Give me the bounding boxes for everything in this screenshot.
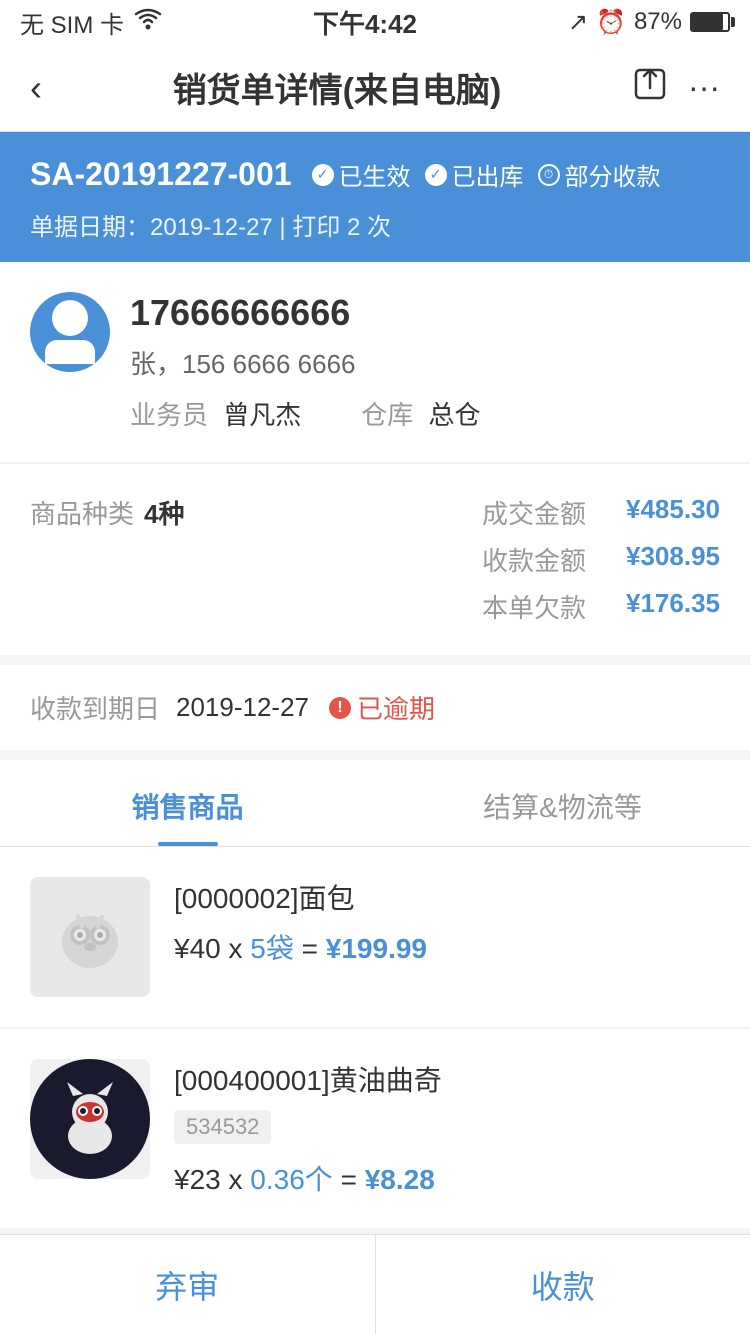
status-badge-1: ✓ 已生效	[312, 157, 411, 192]
product-total-0: ¥199.99	[326, 933, 427, 964]
product-unit-price-0: ¥40	[174, 933, 221, 964]
product-qty-1: 0.36个	[250, 1164, 333, 1195]
tabs-section: 销售商品 结算&物流等	[0, 760, 750, 847]
stat-label-1: 收款金额	[482, 541, 586, 578]
reject-button[interactable]: 弃审	[0, 1235, 376, 1334]
product-item-0: [0000002]面包 ¥40 x 5袋 = ¥199.99	[0, 847, 750, 1027]
status-time: 下午4:42	[313, 4, 417, 41]
product-name-1: [000400001]黄油曲奇	[174, 1059, 720, 1099]
customer-section: 17666666666 张，156 6666 6666 业务员 曾凡杰 仓库 总…	[0, 262, 750, 463]
warehouse-value: 总仓	[429, 400, 481, 430]
nav-bar: ‹ 销货单详情(来自电脑) ···	[0, 44, 750, 132]
stats-left: 商品种类 4种	[30, 494, 184, 625]
more-button[interactable]: ···	[688, 69, 720, 106]
back-button[interactable]: ‹	[30, 67, 42, 109]
product-qty-0: 5袋	[250, 933, 294, 964]
alarm-icon: ⏰	[596, 8, 626, 37]
product-name-0: [0000002]面包	[174, 877, 720, 917]
status-badges: ✓ 已生效 ✓ 已出库 ⏱ 部分收款	[312, 157, 661, 192]
sales-label: 业务员	[130, 400, 208, 430]
category-num: 4种	[144, 494, 184, 531]
product-info-0: [0000002]面包 ¥40 x 5袋 = ¥199.99	[174, 877, 720, 967]
overdue-text: 已逾期	[357, 689, 435, 726]
sales-value: 曾凡杰	[223, 400, 301, 430]
product-thumb-0	[30, 877, 150, 997]
product-list: [0000002]面包 ¥40 x 5袋 = ¥199.99	[0, 847, 750, 1228]
collect-button[interactable]: 收款	[376, 1235, 750, 1334]
product-price-0: ¥40 x 5袋 = ¥199.99	[174, 927, 720, 967]
avatar-person	[52, 300, 88, 336]
stat-label-2: 本单欠款	[482, 588, 586, 625]
overdue-label: 收款到期日	[30, 689, 160, 726]
category-count: 商品种类 4种	[30, 494, 184, 531]
checkmark-icon-2: ✓	[425, 164, 447, 186]
customer-info: 17666666666 张，156 6666 6666 业务员 曾凡杰 仓库 总…	[130, 292, 720, 432]
product-thumb-1	[30, 1059, 150, 1179]
battery-icon	[690, 12, 730, 32]
stat-row-1: 收款金额 ¥308.95	[482, 541, 720, 578]
order-header: SA-20191227-001 ✓ 已生效 ✓ 已出库 ⏱ 部分收款 单据日期：…	[0, 132, 750, 262]
status-left: 无 SIM 卡	[20, 5, 162, 40]
warehouse-meta: 仓库 总仓	[361, 395, 480, 432]
tab-settlement-logistics[interactable]: 结算&物流等	[375, 760, 750, 846]
stat-val-1: ¥308.95	[626, 541, 720, 578]
customer-phone: 17666666666	[130, 292, 720, 334]
product-total-1: ¥8.28	[365, 1164, 435, 1195]
customer-meta: 业务员 曾凡杰 仓库 总仓	[130, 395, 720, 432]
overdue-exclamation-icon: !	[329, 697, 351, 719]
category-label: 商品种类	[30, 494, 134, 531]
tab-sales-products[interactable]: 销售商品	[0, 760, 375, 846]
warehouse-label: 仓库	[361, 400, 413, 430]
overdue-date: 2019-12-27	[176, 692, 309, 723]
stat-val-0: ¥485.30	[626, 494, 720, 531]
product-unit-price-1: ¥23	[174, 1164, 221, 1195]
product-thumb-circle-1	[30, 1059, 150, 1179]
status-badge-3: ⏱ 部分收款	[538, 157, 661, 192]
order-date-print: 单据日期：2019-12-27 | 打印 2 次	[30, 207, 720, 242]
stats-right: 成交金额 ¥485.30 收款金额 ¥308.95 本单欠款 ¥176.35	[482, 494, 720, 625]
customer-name: 张，156 6666 6666	[130, 344, 720, 381]
product-item-1: [000400001]黄油曲奇 534532 ¥23 x 0.36个 = ¥8.…	[0, 1029, 750, 1228]
overdue-section: 收款到期日 2019-12-27 ! 已逾期	[0, 665, 750, 760]
stat-val-2: ¥176.35	[626, 588, 720, 625]
battery-percent: 87%	[634, 8, 682, 36]
product-info-1: [000400001]黄油曲奇 534532 ¥23 x 0.36个 = ¥8.…	[174, 1059, 720, 1198]
page-title: 销货单详情(来自电脑)	[173, 63, 502, 112]
wifi-icon	[134, 8, 162, 37]
stat-row-2: 本单欠款 ¥176.35	[482, 588, 720, 625]
bottom-bar: 弃审 收款	[0, 1234, 750, 1334]
stat-label-0: 成交金额	[482, 494, 586, 531]
clock-icon: ⏱	[538, 164, 560, 186]
overdue-badge: ! 已逾期	[329, 689, 435, 726]
product-thumb-placeholder-0	[30, 877, 150, 997]
nav-actions: ···	[632, 66, 720, 110]
stats-section: 商品种类 4种 成交金额 ¥485.30 收款金额 ¥308.95 本单欠款 ¥…	[0, 463, 750, 665]
checkmark-icon-1: ✓	[312, 164, 334, 186]
order-id: SA-20191227-001	[30, 156, 292, 193]
share-button[interactable]	[632, 66, 668, 110]
carrier-text: 无 SIM 卡	[20, 5, 124, 40]
status-bar: 无 SIM 卡 下午4:42 ↗ ⏰ 87%	[0, 0, 750, 44]
product-tag-1: 534532	[174, 1110, 271, 1144]
sales-meta: 业务员 曾凡杰	[130, 395, 301, 432]
location-icon: ↗	[568, 8, 588, 37]
product-price-1: ¥23 x 0.36个 = ¥8.28	[174, 1158, 720, 1198]
stat-row-0: 成交金额 ¥485.30	[482, 494, 720, 531]
avatar	[30, 292, 110, 372]
status-badge-2: ✓ 已出库	[425, 157, 524, 192]
avatar-body	[45, 340, 95, 364]
status-right: ↗ ⏰ 87%	[568, 8, 730, 37]
